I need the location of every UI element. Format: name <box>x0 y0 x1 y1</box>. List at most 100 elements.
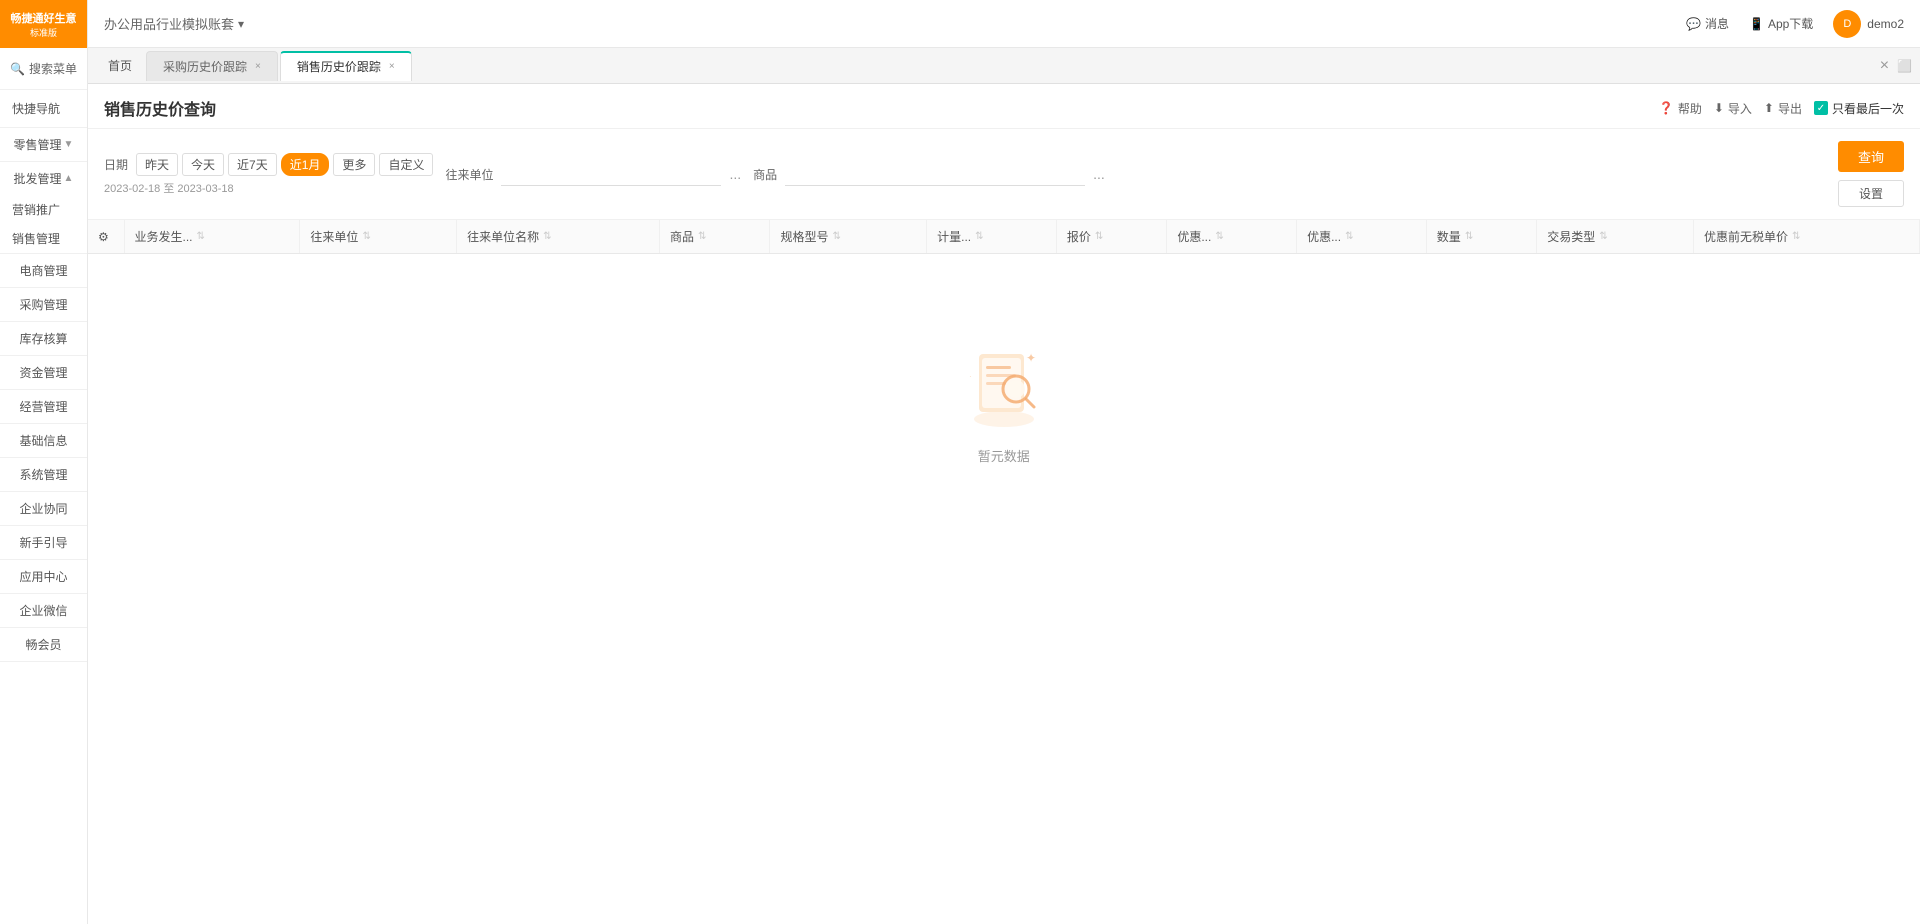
th-quoted-price-label: 报价 <box>1067 228 1091 245</box>
date-btn-custom[interactable]: 自定义 <box>379 153 433 176</box>
sidebar-item-purchase[interactable]: 采购管理 <box>0 288 87 321</box>
tab-home[interactable]: 首页 <box>96 51 144 81</box>
import-icon: ⬇ <box>1714 101 1724 115</box>
th-partner-name[interactable]: 往来单位名称 ⇅ <box>457 220 660 254</box>
th-unit[interactable]: 计量... ⇅ <box>927 220 1057 254</box>
operations-label: 经营管理 <box>19 398 67 415</box>
import-action[interactable]: ⬇ 导入 <box>1714 100 1752 117</box>
app-download-action[interactable]: 📱 App下载 <box>1749 15 1813 32</box>
user-profile-action[interactable]: D demo2 <box>1833 10 1904 38</box>
help-action[interactable]: ❓ 帮助 <box>1659 100 1702 117</box>
sidebar-item-basic[interactable]: 基础信息 <box>0 424 87 457</box>
th-biz-date[interactable]: 业务发生... ⇅ <box>124 220 300 254</box>
sidebar-item-system[interactable]: 系统管理 <box>0 458 87 491</box>
partner-filter-input[interactable] <box>501 163 721 186</box>
only-last-checkbox[interactable]: ✓ <box>1814 101 1828 115</box>
close-window-button[interactable]: × <box>1880 57 1889 75</box>
avatar: D <box>1833 10 1861 38</box>
th-quoted-price[interactable]: 报价 ⇅ <box>1056 220 1166 254</box>
tab-sales-history-close[interactable]: × <box>389 61 395 72</box>
basic-section: 基础信息 <box>0 424 87 458</box>
th-goods-label: 商品 <box>670 228 694 245</box>
goods-filter-group: 商品 ... <box>753 163 1105 186</box>
th-settings[interactable]: ⚙ <box>88 220 124 254</box>
tab-purchase-history[interactable]: 采购历史价跟踪 × <box>146 51 278 81</box>
apps-section: 应用中心 <box>0 560 87 594</box>
sidebar-item-inventory[interactable]: 库存核算 <box>0 322 87 355</box>
maximize-window-button[interactable]: ⬜ <box>1897 59 1912 73</box>
search-menu-button[interactable]: 🔍 搜索菜单 <box>6 56 81 81</box>
svg-text:✦: ✦ <box>1026 351 1036 365</box>
th-goods[interactable]: 商品 ⇅ <box>659 220 769 254</box>
inventory-label: 库存核算 <box>19 330 67 347</box>
purchase-section: 采购管理 <box>0 288 87 322</box>
topbar: 办公用品行业模拟账套 ▾ 💬 消息 📱 App下载 D demo2 <box>88 0 1920 48</box>
wechat-label: 企业微信 <box>19 602 67 619</box>
th-pre-discount-price-label: 优惠前无税单价 <box>1704 228 1788 245</box>
sidebar-item-guide[interactable]: 新手引导 <box>0 526 87 559</box>
sidebar-item-retail[interactable]: 零售管理 ▼ <box>0 128 87 161</box>
sidebar-item-finance[interactable]: 资金管理 <box>0 356 87 389</box>
logo-text: 畅捷通好生意 <box>11 10 77 26</box>
table-area: ⚙ 业务发生... ⇅ 往来单位 ⇅ <box>88 220 1920 924</box>
sort-unit-icon: ⇅ <box>975 231 983 242</box>
sort-partner-name-icon: ⇅ <box>543 231 551 242</box>
ecommerce-section: 电商管理 <box>0 254 87 288</box>
sidebar-item-quick-nav[interactable]: 快捷导航 <box>0 94 87 123</box>
query-button[interactable]: 查询 <box>1838 141 1904 172</box>
date-btn-yesterday[interactable]: 昨天 <box>136 153 178 176</box>
main-area: 办公用品行业模拟账套 ▾ 💬 消息 📱 App下载 D demo2 首页 <box>88 0 1920 924</box>
wholesale-arrow: ▲ <box>64 173 74 184</box>
th-discount2[interactable]: 优惠... ⇅ <box>1297 220 1427 254</box>
date-btn-more[interactable]: 更多 <box>333 153 375 176</box>
sidebar-item-apps[interactable]: 应用中心 <box>0 560 87 593</box>
filter-area: 日期 昨天 今天 近7天 近1月 更多 自定义 2023-02-18 至 202… <box>88 129 1920 220</box>
sort-discount1-icon: ⇅ <box>1215 231 1223 242</box>
th-pre-discount-price[interactable]: 优惠前无税单价 ⇅ <box>1693 220 1919 254</box>
sidebar-item-wholesale[interactable]: 批发管理 ▲ <box>0 162 87 195</box>
sort-quoted-price-icon: ⇅ <box>1095 231 1103 242</box>
tab-purchase-history-close[interactable]: × <box>255 61 261 72</box>
goods-filter-input[interactable] <box>785 163 1085 186</box>
sidebar-item-enterprise[interactable]: 企业协同 <box>0 492 87 525</box>
export-action[interactable]: ⬆ 导出 <box>1764 100 1802 117</box>
sidebar-item-marketing[interactable]: 营销推广 <box>0 195 87 224</box>
logo: 畅捷通好生意 标准版 <box>0 0 87 48</box>
th-quantity[interactable]: 数量 ⇅ <box>1426 220 1536 254</box>
topbar-title: 办公用品行业模拟账套 ▾ <box>104 14 1670 33</box>
tab-bar: 首页 采购历史价跟踪 × 销售历史价跟踪 × × ⬜ <box>88 48 1920 84</box>
sort-pre-discount-price-icon: ⇅ <box>1792 231 1800 242</box>
th-spec[interactable]: 规格型号 ⇅ <box>770 220 927 254</box>
empty-icon: ✦ · <box>954 334 1054 434</box>
operations-section: 经营管理 <box>0 390 87 424</box>
wholesale-section: 批发管理 ▲ 营销推广 销售管理 <box>0 162 87 254</box>
th-partner-name-label: 往来单位名称 <box>467 228 539 245</box>
goods-filter-dots: ... <box>1093 166 1105 182</box>
help-icon: ❓ <box>1659 101 1674 115</box>
date-btn-last1m[interactable]: 近1月 <box>281 153 330 176</box>
message-icon: 💬 <box>1686 17 1701 31</box>
th-discount1[interactable]: 优惠... ⇅ <box>1167 220 1297 254</box>
sidebar-item-wechat[interactable]: 企业微信 <box>0 594 87 627</box>
sidebar-item-ecommerce[interactable]: 电商管理 <box>0 254 87 287</box>
table-body: ✦ · 暂元数据 <box>88 254 1920 546</box>
date-btn-last7[interactable]: 近7天 <box>228 153 277 176</box>
page-content: 销售历史价查询 ❓ 帮助 ⬇ 导入 ⬆ 导出 ✓ 只看最后一次 <box>88 84 1920 924</box>
filter-action-buttons: 查询 设置 <box>1838 141 1904 207</box>
page-title: 销售历史价查询 <box>104 96 216 120</box>
username-label: demo2 <box>1867 17 1904 31</box>
sidebar-item-sales[interactable]: 销售管理 <box>0 224 87 253</box>
topbar-dropdown-button[interactable]: ▾ <box>238 17 244 31</box>
wechat-section: 企业微信 <box>0 594 87 628</box>
avatar-initial: D <box>1843 18 1851 30</box>
tab-sales-history[interactable]: 销售历史价跟踪 × <box>280 51 412 81</box>
sidebar-item-operations[interactable]: 经营管理 <box>0 390 87 423</box>
message-action[interactable]: 💬 消息 <box>1686 15 1729 32</box>
date-filter-label: 日期 <box>104 156 128 173</box>
sidebar-item-member[interactable]: 畅会员 <box>0 628 87 661</box>
th-trade-type[interactable]: 交易类型 ⇅ <box>1537 220 1694 254</box>
setting-button[interactable]: 设置 <box>1838 180 1904 207</box>
th-partner-code[interactable]: 往来单位 ⇅ <box>300 220 457 254</box>
only-last-checkbox-label[interactable]: ✓ 只看最后一次 <box>1814 100 1904 117</box>
date-btn-today[interactable]: 今天 <box>182 153 224 176</box>
